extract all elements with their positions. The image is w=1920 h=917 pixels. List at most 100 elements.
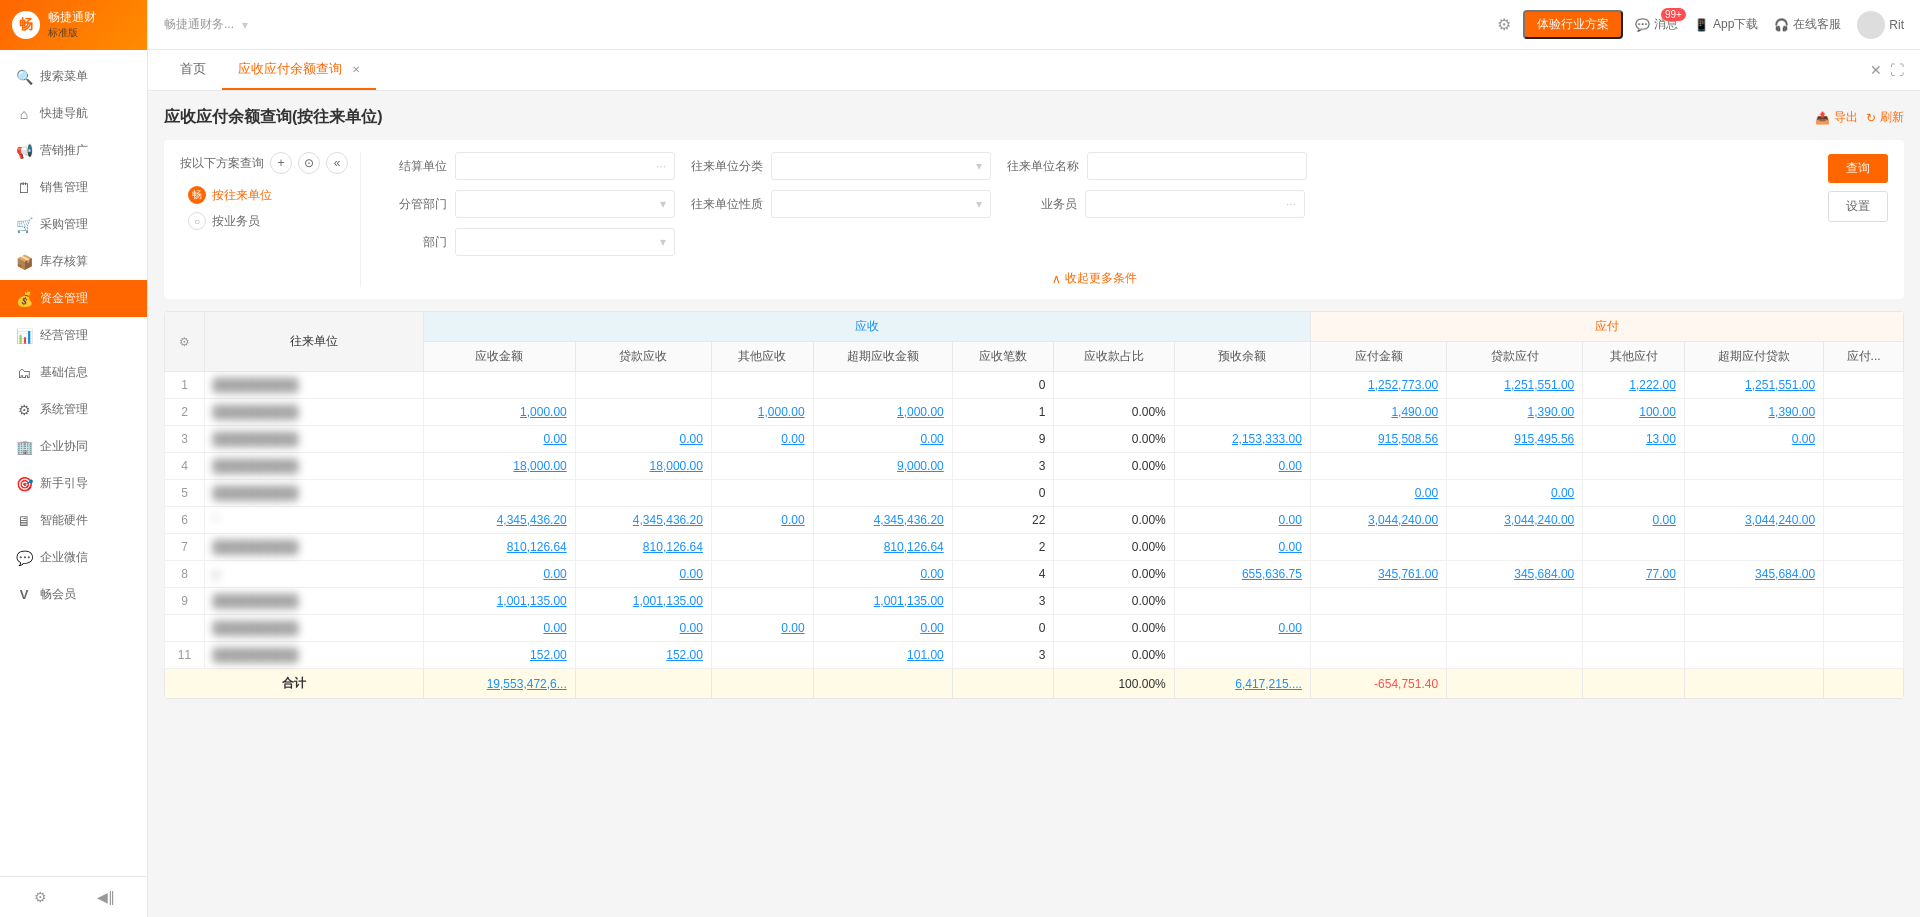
sidebar-item-basicinfo[interactable]: 🗂 基础信息: [0, 354, 147, 391]
cell-ap_loan[interactable]: 3,044,240.00: [1447, 507, 1583, 534]
sidebar-item-search[interactable]: 🔍 搜索菜单: [0, 58, 147, 95]
cell-ar_overdue[interactable]: 1,000.00: [813, 399, 952, 426]
cell-ap_overdue[interactable]: 1,390.00: [1684, 399, 1823, 426]
cell-ar_ratio[interactable]: 0.00%: [1054, 453, 1174, 480]
sidebar-item-quicknav[interactable]: ⌂ 快捷导航: [0, 95, 147, 132]
cell-ar_overdue[interactable]: 0.00: [813, 426, 952, 453]
cell-ar_other[interactable]: 1,000.00: [711, 399, 813, 426]
cell-ap_other[interactable]: 0.00: [1583, 507, 1685, 534]
table-wrapper[interactable]: ⚙ 往来单位 应收 应付 应收金额 贷款应收 其他应收 超期应收金额 应收笔数: [164, 311, 1904, 699]
collapse-more-btn[interactable]: ∧ 收起更多条件: [1052, 270, 1137, 287]
cell-ar_count[interactable]: 1: [952, 399, 1054, 426]
cell-ar_ratio[interactable]: 0.00%: [1054, 561, 1174, 588]
cell-ar_count[interactable]: 3: [952, 642, 1054, 669]
cell-ap_overdue[interactable]: 0.00: [1684, 426, 1823, 453]
sidebar-settings-btn[interactable]: ⚙: [12, 889, 70, 905]
partner-name-input[interactable]: [1087, 152, 1307, 180]
query-button[interactable]: 查询: [1828, 154, 1888, 183]
cell-ap_other[interactable]: 100.00: [1583, 399, 1685, 426]
sidebar-item-sales[interactable]: 🗒 销售管理: [0, 169, 147, 206]
sidebar-item-enterprise[interactable]: 🏢 企业协同: [0, 428, 147, 465]
cell-ar_count[interactable]: 3: [952, 588, 1054, 615]
cell-ar_ratio[interactable]: 0.00%: [1054, 399, 1174, 426]
header-user-btn[interactable]: Rit: [1857, 11, 1904, 39]
cell-ar_overdue[interactable]: 0.00: [813, 561, 952, 588]
cell-ap_loan[interactable]: 1,390.00: [1447, 399, 1583, 426]
cell-ar_prepay[interactable]: 0.00: [1174, 453, 1310, 480]
clerk-input[interactable]: ···: [1085, 190, 1305, 218]
cell-ap_overdue[interactable]: 3,044,240.00: [1684, 507, 1823, 534]
cell-ar_ratio[interactable]: 0.00%: [1054, 507, 1174, 534]
cell-ar_other[interactable]: 0.00: [711, 426, 813, 453]
cell-ar_prepay[interactable]: 0.00: [1174, 615, 1310, 642]
partner-category-select[interactable]: ▾: [771, 152, 991, 180]
sidebar-item-marketing[interactable]: 📢 营销推广: [0, 132, 147, 169]
sidebar-collapse-btn[interactable]: ◀‖: [78, 889, 136, 905]
cell-ap_other[interactable]: 77.00: [1583, 561, 1685, 588]
cell-ar_amount[interactable]: 152.00: [423, 642, 575, 669]
cell-ar_loan[interactable]: 4,345,436.20: [575, 507, 711, 534]
cell-ar_ratio[interactable]: 0.00%: [1054, 426, 1174, 453]
cell-ar_overdue[interactable]: 9,000.00: [813, 453, 952, 480]
cell-ar_prepay[interactable]: 2,153,333.00: [1174, 426, 1310, 453]
cell-ap_loan[interactable]: 0.00: [1447, 480, 1583, 507]
cell-ap_amount[interactable]: 1,490.00: [1310, 399, 1446, 426]
cell-ar_overdue[interactable]: 810,126.64: [813, 534, 952, 561]
settlement-input[interactable]: ···: [455, 152, 675, 180]
cell-ar_loan[interactable]: 0.00: [575, 615, 711, 642]
cell-ar_loan[interactable]: 0.00: [575, 561, 711, 588]
sidebar-item-guide[interactable]: 🎯 新手引导: [0, 465, 147, 502]
cell-ar_loan[interactable]: 152.00: [575, 642, 711, 669]
cell-ar_count[interactable]: 9: [952, 426, 1054, 453]
cell-ar_overdue[interactable]: 0.00: [813, 615, 952, 642]
sidebar-item-system[interactable]: ⚙ 系统管理: [0, 391, 147, 428]
cell-ar_loan[interactable]: 0.00: [575, 426, 711, 453]
tab-close-btn[interactable]: ✕: [352, 64, 360, 75]
filter-add-btn[interactable]: +: [270, 152, 292, 174]
sidebar-item-member[interactable]: V 畅会员: [0, 576, 147, 613]
cell-ap_loan[interactable]: 1,251,551.00: [1447, 372, 1583, 399]
cell-ap_other[interactable]: 13.00: [1583, 426, 1685, 453]
sidebar-item-operations[interactable]: 📊 经营管理: [0, 317, 147, 354]
cell-ar_count[interactable]: 0: [952, 615, 1054, 642]
cell-ar_ratio[interactable]: 0.00%: [1054, 642, 1174, 669]
cell-ar_overdue[interactable]: 4,345,436.20: [813, 507, 952, 534]
cell-ar_count[interactable]: 0: [952, 372, 1054, 399]
cell-ar_loan[interactable]: 1,001,135.00: [575, 588, 711, 615]
department-select[interactable]: ▾: [455, 228, 675, 256]
sidebar-item-inventory[interactable]: 📦 库存核算: [0, 243, 147, 280]
cell-ar_ratio[interactable]: 0.00%: [1054, 534, 1174, 561]
cell-ap_amount[interactable]: 345,761.00: [1310, 561, 1446, 588]
cell-ar_amount[interactable]: 0.00: [423, 561, 575, 588]
division-select[interactable]: ▾: [455, 190, 675, 218]
cell-ar_overdue[interactable]: 1,001,135.00: [813, 588, 952, 615]
export-button[interactable]: 📤 导出: [1815, 109, 1858, 126]
cell-ar_prepay[interactable]: 655,636.75: [1174, 561, 1310, 588]
sidebar-item-hardware[interactable]: 🖥 智能硬件: [0, 502, 147, 539]
filter-view-clerk[interactable]: ○ 按业务员: [180, 208, 348, 234]
cell-ar_count[interactable]: 22: [952, 507, 1054, 534]
cell-ar_ratio[interactable]: 0.00%: [1054, 615, 1174, 642]
cell-ap_amount[interactable]: 0.00: [1310, 480, 1446, 507]
cell-ap_loan[interactable]: 915,495.56: [1447, 426, 1583, 453]
cell-ar_other[interactable]: 0.00: [711, 507, 813, 534]
tab-maximize-btn[interactable]: ⛶: [1890, 62, 1904, 78]
header-settings-icon[interactable]: ⚙: [1497, 15, 1511, 34]
cell-ar_loan[interactable]: 18,000.00: [575, 453, 711, 480]
sidebar-item-finance[interactable]: 💰 资金管理: [0, 280, 147, 317]
header-service-btn[interactable]: 🎧 在线客服: [1774, 16, 1841, 33]
cell-ar_overdue[interactable]: 101.00: [813, 642, 952, 669]
footer-ar-prepay[interactable]: 6,417,215....: [1174, 669, 1310, 699]
cell-ar_prepay[interactable]: 0.00: [1174, 534, 1310, 561]
filter-view-partner[interactable]: 畅 按往来单位: [180, 182, 348, 208]
cell-ap_overdue[interactable]: 1,251,551.00: [1684, 372, 1823, 399]
refresh-button[interactable]: ↻ 刷新: [1866, 109, 1904, 126]
cell-ar_ratio[interactable]: 0.00%: [1054, 588, 1174, 615]
cell-ar_loan[interactable]: 810,126.64: [575, 534, 711, 561]
filter-collapse-btn[interactable]: «: [326, 152, 348, 174]
cell-ar_amount[interactable]: 1,001,135.00: [423, 588, 575, 615]
settings-button[interactable]: 设置: [1828, 191, 1888, 222]
cell-ar_count[interactable]: 4: [952, 561, 1054, 588]
cell-ar_other[interactable]: 0.00: [711, 615, 813, 642]
cell-ar_amount[interactable]: 0.00: [423, 615, 575, 642]
